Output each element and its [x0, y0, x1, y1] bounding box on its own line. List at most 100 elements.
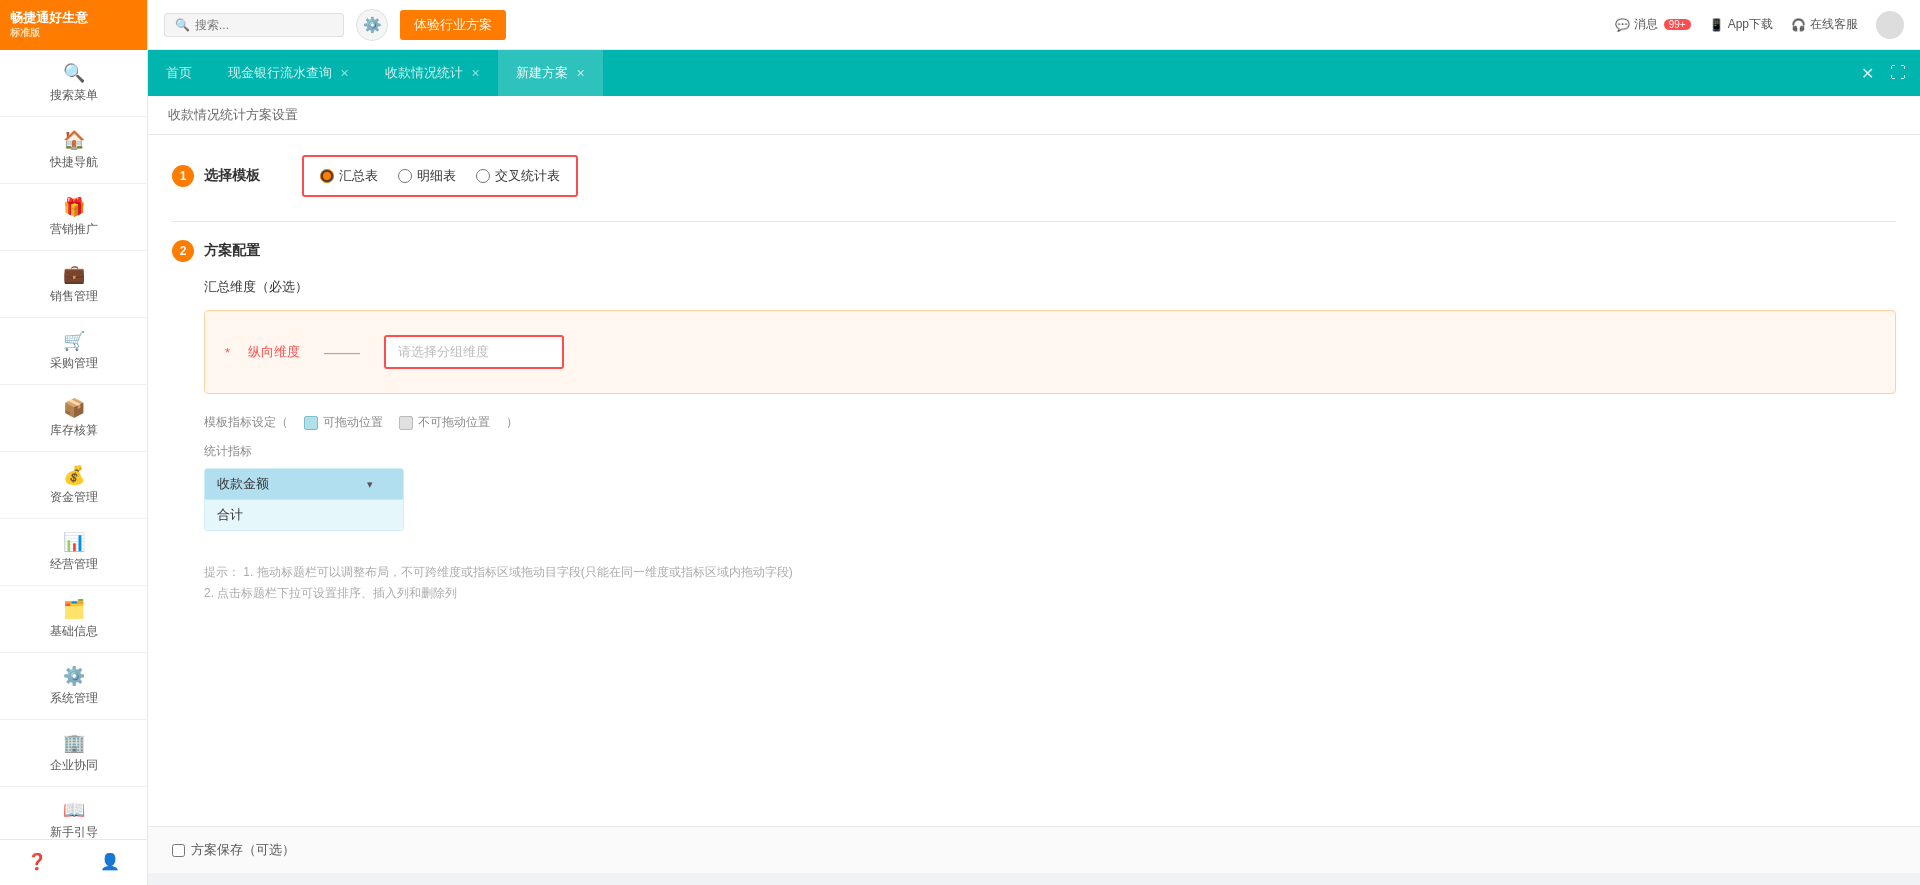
tab-home[interactable]: 首页 — [148, 50, 210, 96]
sidebar-item-purchase[interactable]: 🛒 采购管理 — [0, 318, 147, 385]
tab-new-plan[interactable]: 新建方案 ✕ — [498, 50, 603, 96]
radio-summary-input[interactable] — [320, 169, 334, 183]
basic-icon: 🗂️ — [63, 598, 85, 620]
metrics-settings-label: 模板指标设定（ — [204, 414, 288, 431]
metrics-section: 模板指标设定（ 可拖动位置 不可拖动位置 ） 统计指标 — [204, 414, 1896, 534]
dimension-placeholder: 请选择分组维度 — [398, 344, 489, 359]
legend-draggable: 可拖动位置 — [304, 414, 383, 431]
step2-header: 2 方案配置 — [172, 240, 1896, 262]
sidebar-bottom: ❓ 👤 — [0, 839, 147, 885]
content-area: 收款情况统计方案设置 1 选择模板 汇总表 明细表 — [148, 96, 1920, 885]
template-selection: 汇总表 明细表 交叉统计表 — [302, 155, 578, 197]
radio-detail[interactable]: 明细表 — [398, 167, 456, 185]
radio-cross-input[interactable] — [476, 169, 490, 183]
sidebar-item-marketing[interactable]: 🎁 营销推广 — [0, 184, 147, 251]
sidebar-item-enterprise[interactable]: 🏢 企业协同 — [0, 720, 147, 787]
service-item[interactable]: 🎧 在线客服 — [1791, 16, 1858, 33]
sidebar: 畅捷通好生意 标准版 🔍 搜索菜单 🏠 快捷导航 🎁 营销推广 💼 销售管理 🛒… — [0, 0, 148, 885]
top-bar-right: 💬 消息 99+ 📱 App下载 🎧 在线客服 — [1615, 11, 1904, 39]
sales-icon: 💼 — [63, 263, 85, 285]
sidebar-item-operation-label: 经营管理 — [50, 556, 98, 573]
radio-cross-label: 交叉统计表 — [495, 167, 560, 185]
operation-icon: 📊 — [63, 531, 85, 553]
message-icon: 💬 — [1615, 18, 1630, 32]
dimension-input-box[interactable]: 请选择分组维度 — [384, 335, 564, 369]
dimension-config-label: 汇总维度（必选） — [204, 278, 1896, 296]
sidebar-item-enterprise-label: 企业协同 — [50, 757, 98, 774]
tab-bar: 首页 现金银行流水查询 ✕ 收款情况统计 ✕ 新建方案 ✕ ✕ ⛶ — [148, 50, 1920, 96]
sidebar-item-inventory-label: 库存核算 — [50, 422, 98, 439]
save-option: 方案保存（可选） — [148, 826, 1920, 873]
search-menu-icon: 🔍 — [63, 62, 85, 84]
tab-payment-stats[interactable]: 收款情况统计 ✕ — [367, 50, 498, 96]
metrics-row-label: 合计 — [217, 507, 243, 522]
save-checkbox[interactable] — [172, 844, 185, 857]
sidebar-item-basic-label: 基础信息 — [50, 623, 98, 640]
radio-cross[interactable]: 交叉统计表 — [476, 167, 560, 185]
arrow-icon: —— — [324, 342, 360, 363]
legend-fixed-label: 不可拖动位置 — [418, 414, 490, 431]
metrics-title: 统计指标 — [204, 443, 1896, 460]
step1-title: 选择模板 — [204, 167, 260, 185]
service-label: 在线客服 — [1810, 16, 1858, 33]
metrics-table-row: 合计 — [205, 499, 403, 530]
legend-fixed: 不可拖动位置 — [399, 414, 490, 431]
tab-bar-actions: ✕ ⛶ — [1857, 60, 1920, 87]
app-edition: 标准版 — [10, 26, 88, 40]
row-dimension-label: 纵向维度 — [248, 343, 300, 361]
sidebar-item-system[interactable]: ⚙️ 系统管理 — [0, 653, 147, 720]
radio-summary[interactable]: 汇总表 — [320, 167, 378, 185]
help-icon: ❓ — [27, 852, 47, 871]
search-box[interactable]: 🔍 — [164, 13, 344, 37]
required-mark: * — [225, 345, 230, 360]
sidebar-item-finance[interactable]: 💰 资金管理 — [0, 452, 147, 519]
finance-icon: 💰 — [63, 464, 85, 486]
search-input[interactable] — [195, 18, 335, 32]
sidebar-item-marketing-label: 营销推广 — [50, 221, 98, 238]
settings-button[interactable]: ⚙️ — [356, 9, 388, 41]
app-logo: 畅捷通好生意 标准版 — [0, 0, 147, 50]
user-icon: 👤 — [100, 852, 120, 871]
sidebar-item-search-label: 搜索菜单 — [50, 87, 98, 104]
sidebar-item-operation[interactable]: 📊 经营管理 — [0, 519, 147, 586]
sidebar-item-quick-nav-label: 快捷导航 — [50, 154, 98, 171]
message-item[interactable]: 💬 消息 99+ — [1615, 16, 1691, 33]
tab-cash-flow-close[interactable]: ✕ — [340, 67, 349, 80]
message-badge: 99+ — [1664, 19, 1691, 30]
step2-badge: 2 — [172, 240, 194, 262]
tab-payment-stats-close[interactable]: ✕ — [471, 67, 480, 80]
app-name: 畅捷通好生意 — [10, 10, 88, 26]
sidebar-item-basic[interactable]: 🗂️ 基础信息 — [0, 586, 147, 653]
maximize-icon[interactable]: ⛶ — [1886, 60, 1910, 86]
tab-new-plan-close[interactable]: ✕ — [576, 67, 585, 80]
user-avatar[interactable] — [1876, 11, 1904, 39]
headset-icon: 🎧 — [1791, 18, 1806, 32]
tab-cash-flow[interactable]: 现金银行流水查询 ✕ — [210, 50, 367, 96]
marketing-icon: 🎁 — [63, 196, 85, 218]
metrics-table: 收款金额 ▾ 合计 — [204, 468, 404, 531]
sidebar-item-sales[interactable]: 💼 销售管理 — [0, 251, 147, 318]
chevron-down-icon: ▾ — [367, 478, 373, 491]
sidebar-item-search[interactable]: 🔍 搜索菜单 — [0, 50, 147, 117]
sidebar-item-newbie[interactable]: 📖 新手引导 — [0, 787, 147, 839]
sidebar-user-btn[interactable]: 👤 — [74, 848, 148, 877]
tip-line1: 提示： 1. 拖动标题栏可以调整布局，不可跨维度或指标区域拖动目字段(只能在同一… — [204, 564, 1896, 581]
download-item[interactable]: 📱 App下载 — [1709, 16, 1773, 33]
industry-button[interactable]: 体验行业方案 — [400, 10, 506, 40]
sidebar-help-btn[interactable]: ❓ — [0, 848, 74, 877]
sidebar-item-quick-nav[interactable]: 🏠 快捷导航 — [0, 117, 147, 184]
step1-header: 1 选择模板 汇总表 明细表 交叉统计表 — [172, 155, 1896, 197]
section-divider-1 — [172, 221, 1896, 222]
radio-detail-input[interactable] — [398, 169, 412, 183]
close-window-icon[interactable]: ✕ — [1857, 60, 1878, 87]
legend-draggable-color — [304, 416, 318, 430]
quick-nav-icon: 🏠 — [63, 129, 85, 151]
search-icon: 🔍 — [175, 18, 190, 32]
metrics-table-header[interactable]: 收款金额 ▾ — [205, 469, 403, 499]
legend-close: ） — [506, 414, 518, 431]
sidebar-item-inventory[interactable]: 📦 库存核算 — [0, 385, 147, 452]
main-area: 🔍 ⚙️ 体验行业方案 💬 消息 99+ 📱 App下载 🎧 在线客服 首页 — [148, 0, 1920, 885]
metrics-header-label: 收款金额 — [217, 475, 269, 493]
top-bar: 🔍 ⚙️ 体验行业方案 💬 消息 99+ 📱 App下载 🎧 在线客服 — [148, 0, 1920, 50]
legend-fixed-color — [399, 416, 413, 430]
